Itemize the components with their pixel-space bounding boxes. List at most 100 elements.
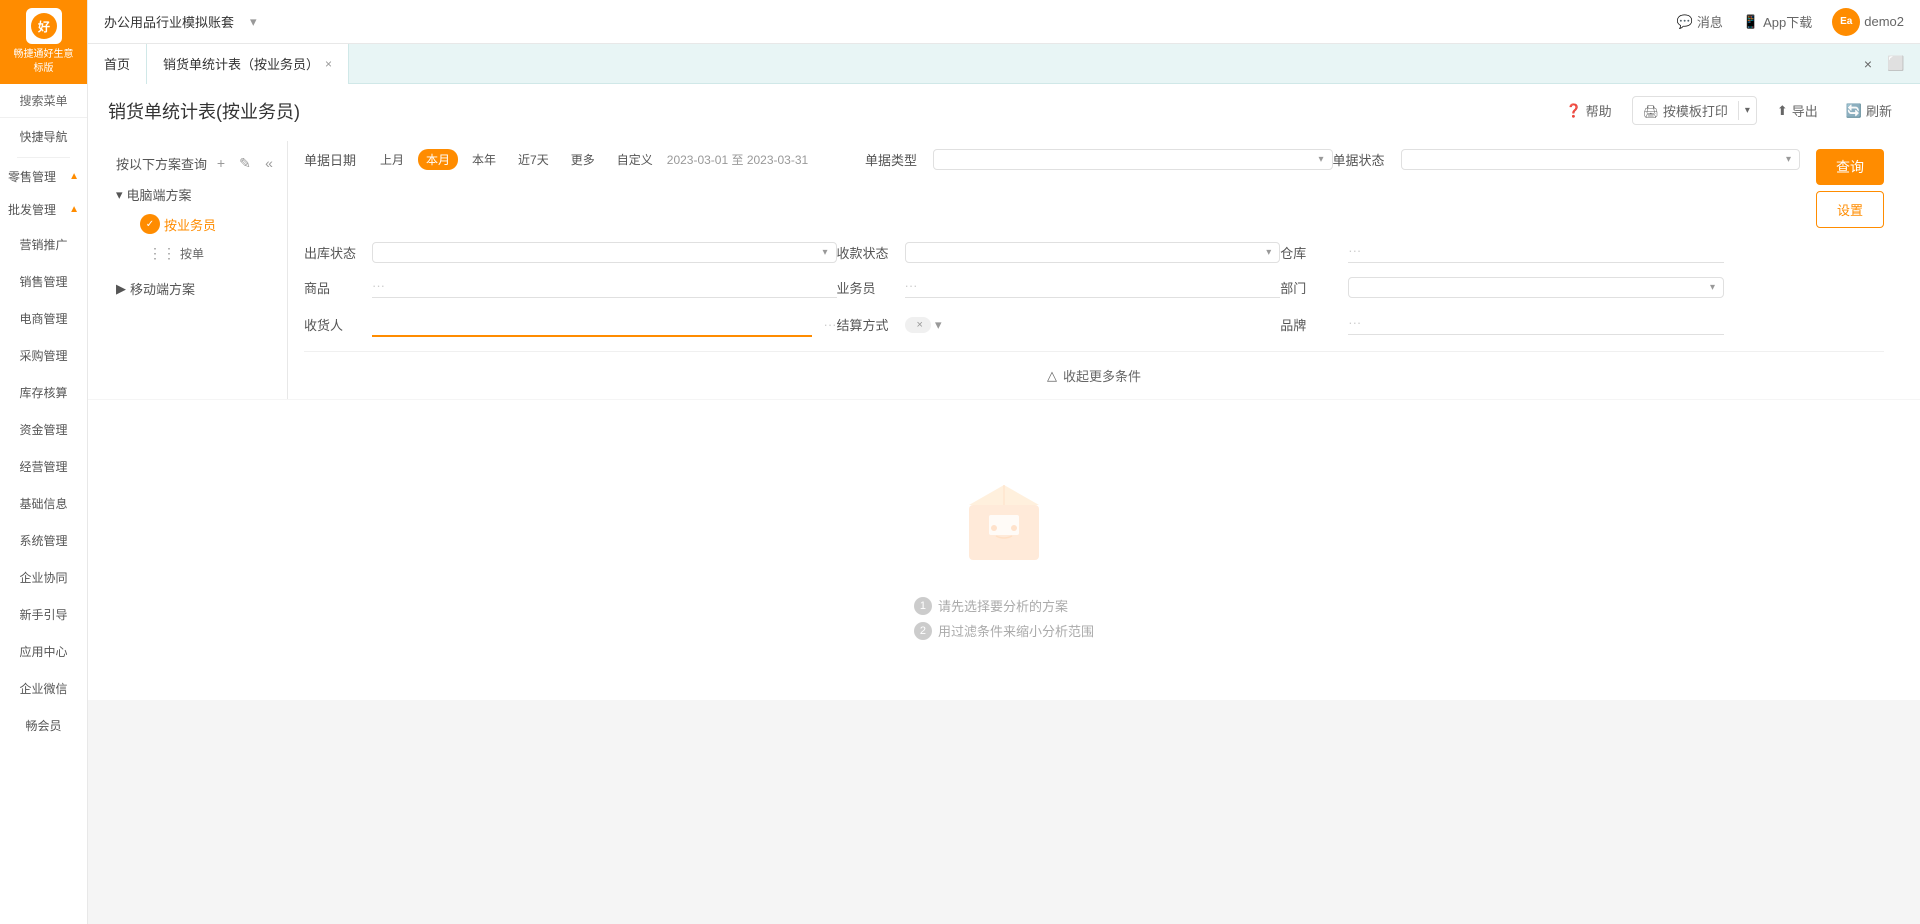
export-label: 导出	[1792, 101, 1818, 120]
salesperson-input-area[interactable]: ···	[905, 278, 1281, 298]
export-btn[interactable]: ⬆ 导出	[1769, 97, 1826, 124]
add-scheme-btn[interactable]: +	[211, 153, 231, 173]
search-menu-label[interactable]: 搜索菜单	[19, 94, 67, 108]
out-status-filter: 出库状态 ▾	[304, 242, 837, 263]
print-main-btn[interactable]: 🖨 按模板打印	[1633, 97, 1738, 124]
doc-type-select[interactable]: ▾	[933, 149, 1333, 170]
refresh-icon: 🔄	[1846, 103, 1862, 119]
empty-state: 1 请先选择要分析的方案 2 用过滤条件来缩小分析范围	[88, 400, 1920, 700]
brand-input-area[interactable]: ···	[1348, 315, 1724, 335]
department-select[interactable]: ▾	[1348, 277, 1724, 298]
receipt-status-label: 收款状态	[837, 243, 897, 262]
sidebar-item-retail[interactable]: 零售管理 ▲	[0, 160, 87, 193]
date-this-year[interactable]: 本年	[464, 149, 504, 170]
department-arrow: ▾	[1710, 282, 1715, 293]
collapse-label: 收起更多条件	[1063, 366, 1141, 385]
export-icon: ⬆	[1777, 103, 1788, 119]
edit-scheme-btn[interactable]: ✎	[235, 153, 255, 173]
out-status-label: 出库状态	[304, 243, 364, 262]
receiver-dots[interactable]: ···	[824, 317, 837, 332]
date-this-month[interactable]: 本月	[418, 149, 458, 170]
sidebar-item-ecommerce[interactable]: 电商管理	[0, 300, 87, 337]
sidebar-quick-nav[interactable]: 快捷导航	[0, 118, 87, 155]
empty-tips: 1 请先选择要分析的方案 2 用过滤条件来缩小分析范围	[914, 596, 1094, 640]
retail-arrow: ▲	[69, 171, 79, 182]
sidebar-item-operations[interactable]: 经营管理	[0, 448, 87, 485]
settings-btn[interactable]: 设置	[1816, 191, 1884, 228]
salesperson-dots[interactable]: ···	[905, 278, 918, 293]
print-icon: 🖨	[1643, 104, 1660, 119]
date-custom[interactable]: 自定义	[609, 149, 661, 170]
page-header-area: 销货单统计表(按业务员) ❓ 帮助 🖨 按模板打印 ▾ ⬆	[88, 84, 1920, 399]
message-btn[interactable]: 💬 消息	[1677, 12, 1723, 31]
date-last-month[interactable]: 上月	[372, 149, 412, 170]
page-title: 销货单统计表(按业务员)	[108, 98, 1557, 124]
sidebar-item-member[interactable]: 畅会员	[0, 707, 87, 744]
basic-label: 基础信息	[19, 495, 67, 512]
user-profile[interactable]: Ea demo2	[1832, 8, 1904, 36]
goods-dots[interactable]: ···	[372, 278, 385, 293]
help-btn[interactable]: ❓ 帮助	[1557, 97, 1619, 124]
print-dropdown-btn[interactable]: ▾	[1738, 101, 1756, 120]
tab-close-btn[interactable]: ×	[325, 57, 332, 71]
settlement-filter: 结算方式 × ▾	[837, 315, 1281, 334]
settlement-tag-close[interactable]: ×	[917, 319, 923, 331]
warehouse-dots[interactable]: ···	[1348, 243, 1361, 258]
collapse-btn[interactable]: △ 收起更多条件	[1041, 360, 1147, 391]
window-close-btn[interactable]: ×	[1856, 52, 1880, 76]
sidebar-item-wholesale[interactable]: 批发管理 ▲	[0, 193, 87, 226]
avatar: Ea	[1832, 8, 1860, 36]
department-label: 部门	[1280, 278, 1340, 297]
scheme-item-salesperson[interactable]: ✓ 按业务员	[116, 208, 279, 240]
logo-icon: 好	[26, 8, 62, 44]
tab-home[interactable]: 首页	[88, 44, 147, 84]
collapse-panel-btn[interactable]: «	[259, 153, 279, 173]
sidebar-item-marketing[interactable]: 营销推广	[0, 226, 87, 263]
goods-input-area[interactable]: ···	[372, 278, 837, 298]
collapse-row: △ 收起更多条件	[304, 351, 1884, 399]
tab-sales-stats[interactable]: 销货单统计表（按业务员） ×	[147, 44, 349, 84]
date-7days[interactable]: 近7天	[510, 149, 557, 170]
sidebar-item-purchase[interactable]: 采购管理	[0, 337, 87, 374]
desktop-scheme-header[interactable]: ▾ 电脑端方案	[116, 181, 279, 208]
date-more[interactable]: 更多	[563, 149, 603, 170]
query-btn[interactable]: 查询	[1816, 149, 1884, 185]
purchase-label: 采购管理	[19, 347, 67, 364]
topbar-dropdown-icon[interactable]: ▾	[250, 14, 257, 30]
sidebar-item-appstore[interactable]: 应用中心	[0, 633, 87, 670]
sidebar-item-newuser[interactable]: 新手引导	[0, 596, 87, 633]
sidebar-item-sales[interactable]: 销售管理	[0, 263, 87, 300]
sidebar-item-system[interactable]: 系统管理	[0, 522, 87, 559]
divider-1	[17, 157, 69, 158]
scheme-sub-item-order[interactable]: ⋮⋮ 按单	[116, 240, 279, 267]
search-menu[interactable]: 搜索菜单	[0, 84, 87, 118]
sidebar-item-finance[interactable]: 资金管理	[0, 411, 87, 448]
doc-status-select[interactable]: ▾	[1401, 149, 1801, 170]
out-status-select[interactable]: ▾	[372, 242, 837, 263]
app-download-btn[interactable]: 📱 App下载	[1743, 12, 1812, 31]
settlement-arrow[interactable]: ▾	[935, 317, 942, 333]
receipt-status-select[interactable]: ▾	[905, 242, 1281, 263]
sub-item-icon: ⋮⋮	[148, 245, 176, 262]
wechat-label: 企业微信	[19, 680, 67, 697]
out-status-arrow: ▾	[822, 247, 827, 258]
sidebar-item-wechat[interactable]: 企业微信	[0, 670, 87, 707]
date-range-display: 2023-03-01 至 2023-03-31	[667, 151, 808, 168]
page-header: 销货单统计表(按业务员) ❓ 帮助 🖨 按模板打印 ▾ ⬆	[108, 96, 1900, 125]
sidebar-item-basic[interactable]: 基础信息	[0, 485, 87, 522]
warehouse-input-area[interactable]: ···	[1348, 243, 1724, 263]
window-restore-btn[interactable]: ⬜	[1884, 52, 1908, 76]
refresh-btn[interactable]: 🔄 刷新	[1838, 97, 1900, 124]
desktop-scheme-group: ▾ 电脑端方案 ✓ 按业务员 ⋮⋮ 按单	[108, 177, 287, 271]
receiver-input[interactable]	[372, 312, 812, 337]
help-icon: ❓	[1565, 103, 1581, 119]
sidebar-item-inventory[interactable]: 库存核算	[0, 374, 87, 411]
brand-dots[interactable]: ···	[1348, 315, 1361, 330]
appstore-label: 应用中心	[19, 643, 67, 660]
wholesale-arrow: ▲	[69, 204, 79, 215]
doc-type-arrow: ▾	[1318, 154, 1323, 165]
print-btn-group: 🖨 按模板打印 ▾	[1632, 96, 1757, 125]
mobile-scheme-header[interactable]: ▶ 移动端方案	[116, 275, 279, 302]
quick-nav-label: 快捷导航	[19, 128, 67, 145]
sidebar-item-enterprise[interactable]: 企业协同	[0, 559, 87, 596]
